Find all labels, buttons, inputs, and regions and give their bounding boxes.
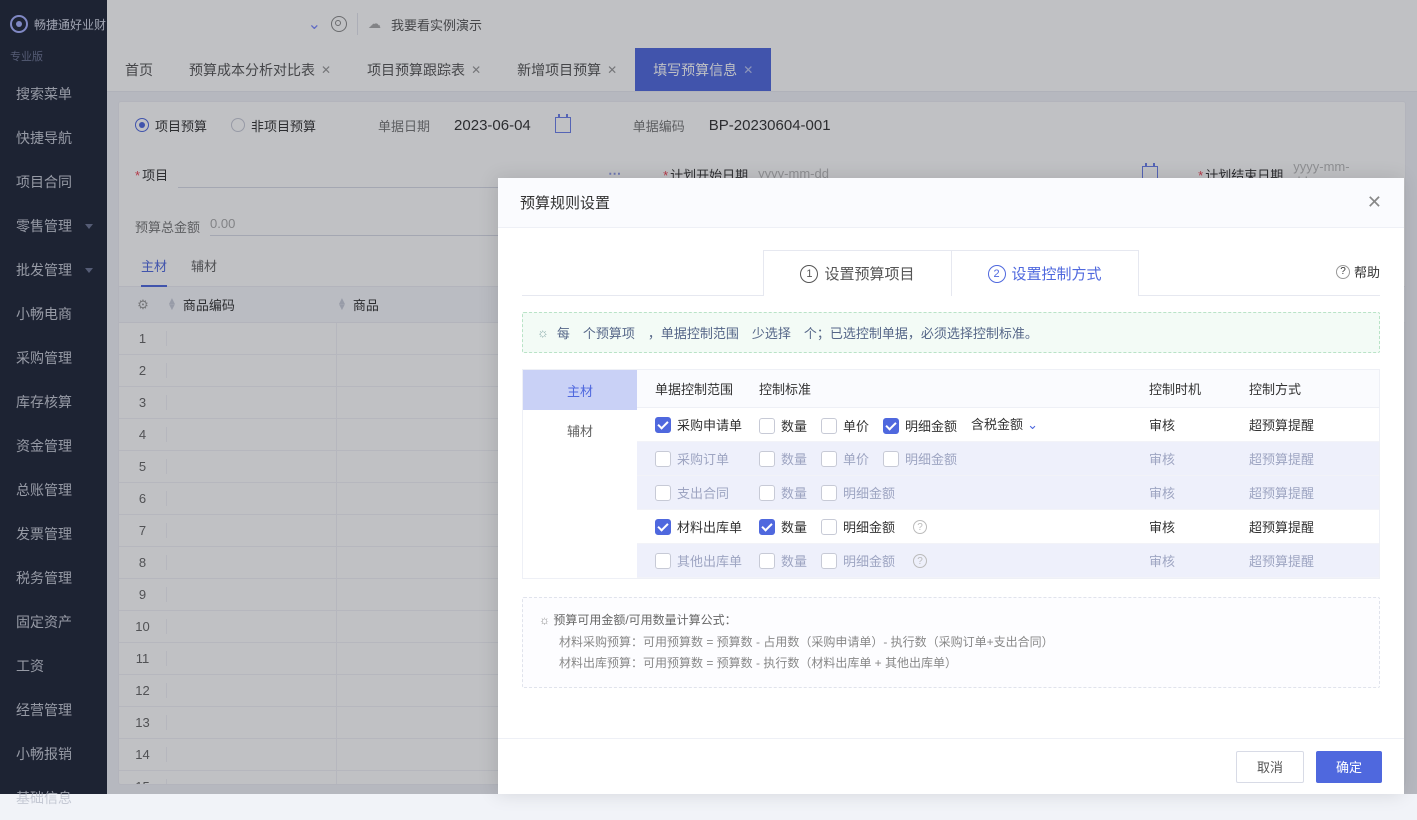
help-link[interactable]: ?帮助 xyxy=(1336,262,1380,281)
checkbox[interactable] xyxy=(759,553,775,569)
checkbox[interactable] xyxy=(883,451,899,467)
info-icon[interactable]: ? xyxy=(913,554,927,568)
control-row: 采购订单数量单价明细金额审核超预算提醒 xyxy=(637,442,1379,476)
checkbox[interactable] xyxy=(821,485,837,501)
close-icon[interactable]: ✕ xyxy=(1367,192,1382,213)
control-row: 支出合同数量明细金额审核超预算提醒 xyxy=(637,476,1379,510)
checkbox[interactable] xyxy=(821,553,837,569)
checkbox[interactable] xyxy=(821,418,837,434)
modal-title: 预算规则设置 xyxy=(520,192,610,213)
checkbox[interactable] xyxy=(759,519,775,535)
cancel-button[interactable]: 取消 xyxy=(1236,751,1304,783)
step-tab-1[interactable]: 1设置预算项目 xyxy=(763,250,950,296)
control-row: 材料出库单数量明细金额?审核超预算提醒 xyxy=(637,510,1379,544)
checkbox[interactable] xyxy=(759,418,775,434)
checkbox[interactable] xyxy=(821,519,837,535)
control-row: 其他出库单数量明细金额?审核超预算提醒 xyxy=(637,544,1379,578)
control-row: 采购申请单数量单价明细金额含税金额⌄审核超预算提醒 xyxy=(637,408,1379,442)
checkbox[interactable] xyxy=(759,451,775,467)
checkbox[interactable] xyxy=(655,553,671,569)
bulb-icon: ☼ xyxy=(539,613,550,627)
tip-bar: ☼每 个预算项 ，单据控制范围 少选择 个；已选控制单据，必须选择控制标准。 xyxy=(522,312,1380,353)
formula-box: ☼ 预算可用金额/可用数量计算公式： 材料采购预算：可用预算数 = 预算数 - … xyxy=(522,597,1380,688)
cfg-side-item[interactable]: 主材 xyxy=(523,370,637,410)
checkbox[interactable] xyxy=(655,519,671,535)
checkbox[interactable] xyxy=(655,451,671,467)
budget-rule-modal: 预算规则设置 ✕ 1设置预算项目 2设置控制方式 ?帮助 ☼每 个预算项 ，单据… xyxy=(498,178,1404,794)
bulb-icon: ☼ xyxy=(537,325,549,340)
checkbox[interactable] xyxy=(759,485,775,501)
checkbox[interactable] xyxy=(655,485,671,501)
step-tab-2[interactable]: 2设置控制方式 xyxy=(951,250,1139,296)
cfg-side-item[interactable]: 辅材 xyxy=(523,410,637,450)
checkbox[interactable] xyxy=(655,417,671,433)
checkbox[interactable] xyxy=(883,418,899,434)
confirm-button[interactable]: 确定 xyxy=(1316,751,1382,783)
chevron-down-icon[interactable]: ⌄ xyxy=(1027,417,1038,432)
info-icon[interactable]: ? xyxy=(913,520,927,534)
checkbox[interactable] xyxy=(821,451,837,467)
